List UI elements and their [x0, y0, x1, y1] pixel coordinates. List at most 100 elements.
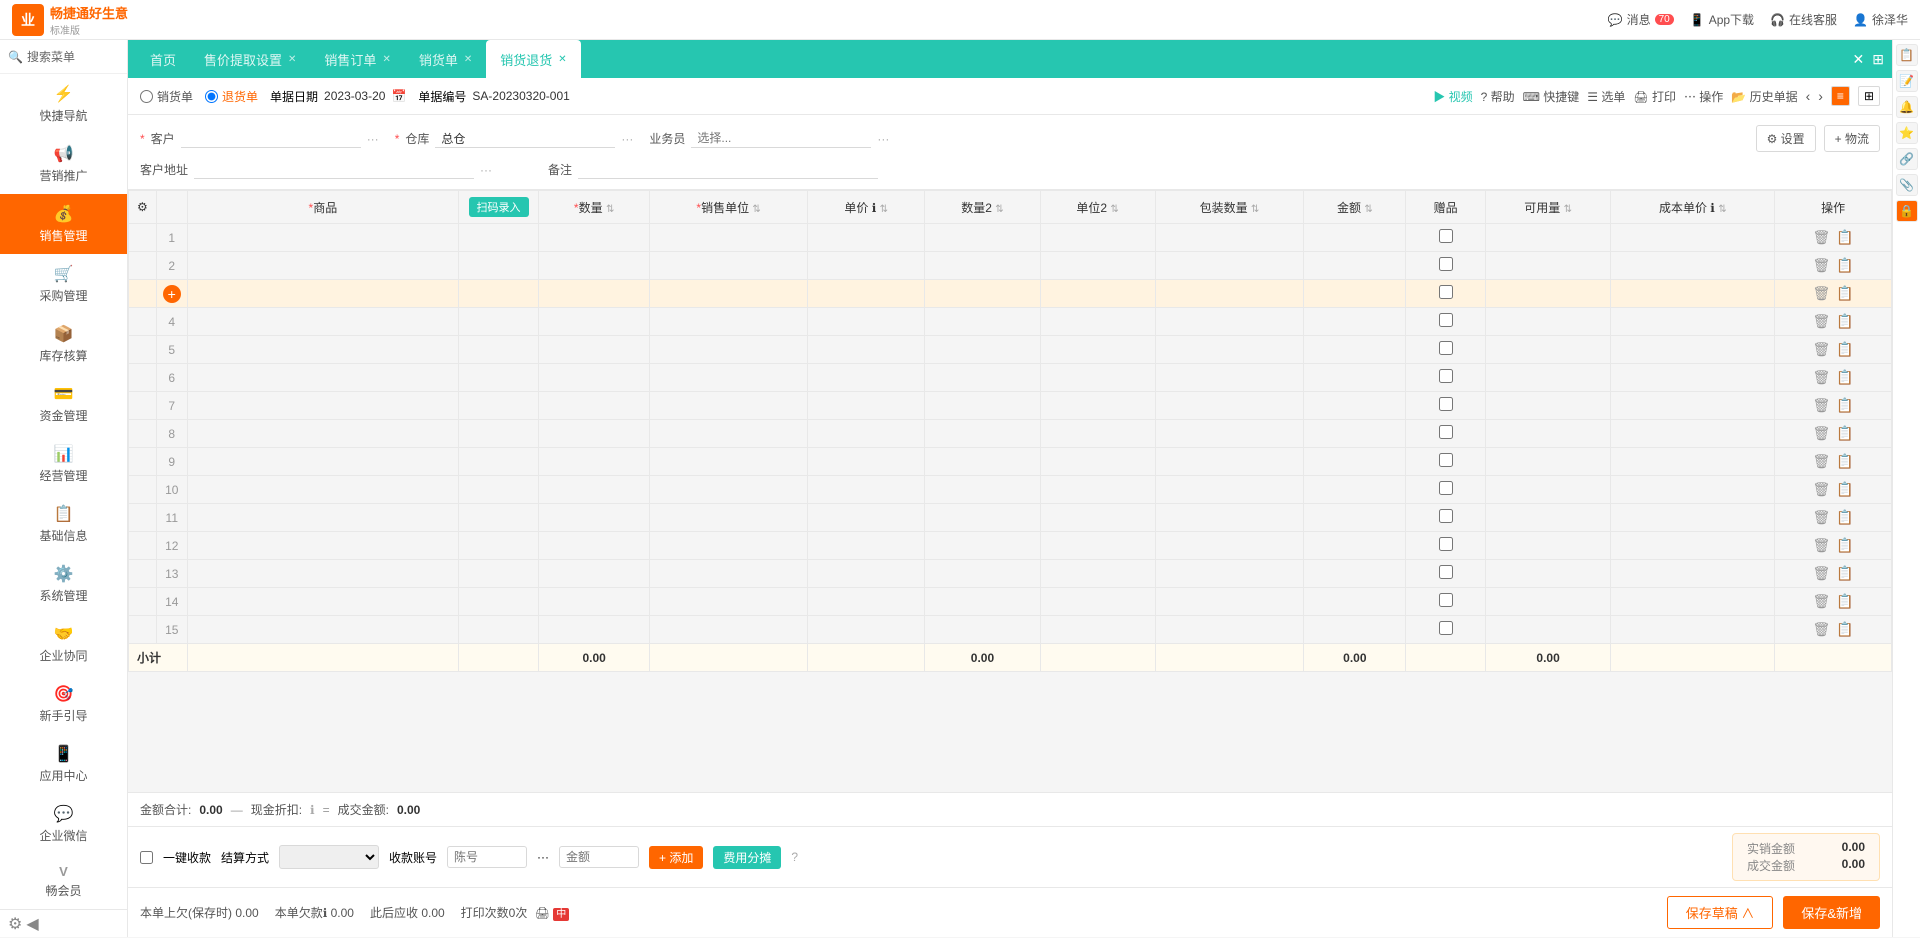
row-unit-15[interactable]	[650, 616, 808, 644]
goods-input-3[interactable]	[263, 287, 383, 301]
row-goods-12[interactable]	[187, 532, 458, 560]
row-cost-2[interactable]	[1611, 252, 1775, 280]
copy-btn-14[interactable]: 📋	[1833, 593, 1856, 610]
row-unit-1[interactable]	[650, 224, 808, 252]
row-qty2-13[interactable]	[925, 560, 1040, 588]
row-unit2-8[interactable]	[1040, 420, 1155, 448]
gift-checkbox-5[interactable]	[1439, 341, 1453, 355]
address-dots[interactable]: ···	[480, 163, 492, 177]
row-available-2[interactable]	[1485, 252, 1610, 280]
shortcut-toolbar-btn[interactable]: ⌨ 快捷键	[1523, 88, 1580, 105]
sidebar-item-quicknav[interactable]: ⚡ 快捷导航	[0, 74, 127, 134]
row-qty2-9[interactable]	[925, 448, 1040, 476]
row-pkg-1[interactable]	[1155, 224, 1304, 252]
row-price-4[interactable]	[807, 308, 924, 336]
row-pkg-13[interactable]	[1155, 560, 1304, 588]
row-qty2-14[interactable]	[925, 588, 1040, 616]
sidebar-item-operation[interactable]: 📊 经营管理	[0, 434, 127, 494]
row-gift-7[interactable]	[1406, 392, 1485, 420]
row-unit-7[interactable]	[650, 392, 808, 420]
view-grid-btn[interactable]: ⊞	[1858, 86, 1880, 106]
row-available-4[interactable]	[1485, 308, 1610, 336]
delete-btn-15[interactable]: 🗑	[1810, 621, 1834, 638]
right-btn-5[interactable]: 🔗	[1896, 148, 1918, 170]
sidebar-item-sales[interactable]: 💰 销售管理	[0, 194, 127, 254]
row-available-12[interactable]	[1485, 532, 1610, 560]
copy-btn-15[interactable]: 📋	[1833, 621, 1856, 638]
row-cost-7[interactable]	[1611, 392, 1775, 420]
row-price-15[interactable]	[807, 616, 924, 644]
row-available-7[interactable]	[1485, 392, 1610, 420]
copy-btn-6[interactable]: 📋	[1833, 369, 1856, 386]
row-qty2-3[interactable]	[925, 280, 1040, 308]
delete-btn-3[interactable]: 🗑	[1810, 285, 1834, 302]
row-qty-15[interactable]	[539, 616, 650, 644]
delete-btn-13[interactable]: 🗑	[1810, 565, 1834, 582]
gift-checkbox-12[interactable]	[1439, 537, 1453, 551]
sidebar-item-weixin[interactable]: 💬 企业微信	[0, 794, 127, 854]
op-toolbar-btn[interactable]: ⋯ 操作	[1684, 88, 1723, 105]
row-unit-8[interactable]	[650, 420, 808, 448]
row-available-5[interactable]	[1485, 336, 1610, 364]
delete-btn-12[interactable]: 🗑	[1810, 537, 1834, 554]
row-pkg-11[interactable]	[1155, 504, 1304, 532]
salesperson-dots[interactable]: ···	[877, 132, 889, 146]
row-qty2-6[interactable]	[925, 364, 1040, 392]
single-owed-help[interactable]: ℹ	[323, 906, 328, 920]
row-qty-1[interactable]	[539, 224, 650, 252]
row-available-9[interactable]	[1485, 448, 1610, 476]
row-pkg-8[interactable]	[1155, 420, 1304, 448]
row-qty2-4[interactable]	[925, 308, 1040, 336]
row-gift-12[interactable]	[1406, 532, 1485, 560]
row-goods-14[interactable]	[187, 588, 458, 616]
row-unit2-6[interactable]	[1040, 364, 1155, 392]
row-goods-13[interactable]	[187, 560, 458, 588]
tab-close-sales[interactable]: ✕	[464, 54, 472, 65]
row-gift-5[interactable]	[1406, 336, 1485, 364]
gift-checkbox-11[interactable]	[1439, 509, 1453, 523]
gift-checkbox-4[interactable]	[1439, 313, 1453, 327]
row-goods-15[interactable]	[187, 616, 458, 644]
row-unit2-12[interactable]	[1040, 532, 1155, 560]
row-qty2-15[interactable]	[925, 616, 1040, 644]
prev-record-btn[interactable]: ‹	[1806, 88, 1811, 104]
sidebar-item-member[interactable]: V 畅会员	[0, 854, 127, 909]
row-amount-9[interactable]	[1304, 448, 1406, 476]
row-qty2-7[interactable]	[925, 392, 1040, 420]
row-price-14[interactable]	[807, 588, 924, 616]
app-download-btn[interactable]: 📱 App下载	[1690, 11, 1754, 28]
row-goods-11[interactable]	[187, 504, 458, 532]
logistics-btn[interactable]: + 物流	[1824, 125, 1880, 152]
row-unit2-9[interactable]	[1040, 448, 1155, 476]
gift-checkbox-13[interactable]	[1439, 565, 1453, 579]
row-unit2-13[interactable]	[1040, 560, 1155, 588]
row-cost-12[interactable]	[1611, 532, 1775, 560]
row-qty-6[interactable]	[539, 364, 650, 392]
row-price-10[interactable]	[807, 476, 924, 504]
fee-split-btn[interactable]: 费用分摊	[713, 846, 781, 869]
copy-btn-4[interactable]: 📋	[1833, 313, 1856, 330]
row-pkg-10[interactable]	[1155, 476, 1304, 504]
th-scan[interactable]: 扫码录入	[459, 191, 539, 224]
gift-checkbox-7[interactable]	[1439, 397, 1453, 411]
row-available-8[interactable]	[1485, 420, 1610, 448]
warehouse-input[interactable]	[435, 129, 615, 148]
copy-btn-7[interactable]: 📋	[1833, 397, 1856, 414]
copy-btn-3[interactable]: 📋	[1833, 285, 1856, 302]
row-qty-14[interactable]	[539, 588, 650, 616]
row-available-6[interactable]	[1485, 364, 1610, 392]
copy-btn-8[interactable]: 📋	[1833, 425, 1856, 442]
row-unit2-1[interactable]	[1040, 224, 1155, 252]
row-amount-3[interactable]	[1304, 280, 1406, 308]
row-amount-1[interactable]	[1304, 224, 1406, 252]
right-btn-3[interactable]: 🔔	[1896, 96, 1918, 118]
gift-checkbox-8[interactable]	[1439, 425, 1453, 439]
delete-btn-2[interactable]: 🗑	[1810, 257, 1834, 274]
sidebar-item-enterprise[interactable]: 🤝 企业协同	[0, 614, 127, 674]
row-amount-2[interactable]	[1304, 252, 1406, 280]
row-qty-2[interactable]	[539, 252, 650, 280]
row-price-1[interactable]	[807, 224, 924, 252]
row-available-1[interactable]	[1485, 224, 1610, 252]
row-amount-10[interactable]	[1304, 476, 1406, 504]
row-price-3[interactable]	[807, 280, 924, 308]
